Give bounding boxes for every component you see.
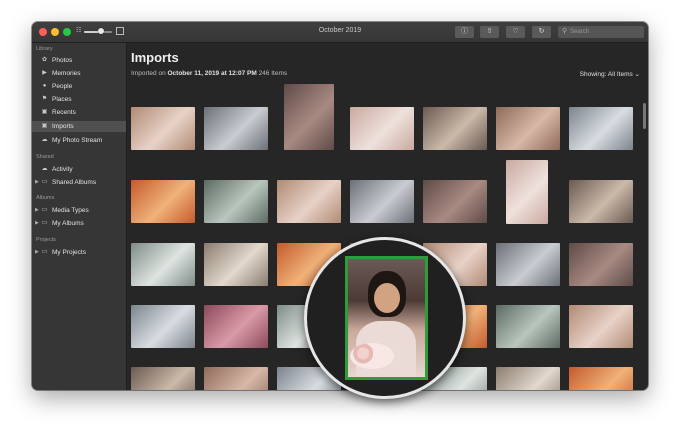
photo-thumbnail[interactable] bbox=[496, 243, 560, 286]
selected-photo[interactable] bbox=[345, 256, 428, 380]
showing-filter-label: Showing: All Items bbox=[579, 71, 633, 78]
sidebar-item-my-albums[interactable]: ▶ ▭ My Albums bbox=[32, 218, 126, 229]
search-icon: ⚲ bbox=[562, 28, 568, 35]
sidebar: Library ✿ Photos ▶ Memories ● People ⚑ Place… bbox=[32, 43, 127, 390]
folder-icon: ▭ bbox=[41, 249, 48, 255]
folder-icon: ▭ bbox=[41, 220, 48, 226]
photo-thumbnail[interactable] bbox=[569, 107, 633, 150]
disclosure-triangle-icon[interactable]: ▶ bbox=[35, 205, 39, 216]
photo-thumbnail[interactable] bbox=[131, 243, 195, 286]
sidebar-item-activity[interactable]: ☁ Activity bbox=[32, 164, 126, 175]
import-info: Imported on October 11, 2019 at 12:07 PM… bbox=[131, 70, 287, 77]
photo-thumbnail[interactable] bbox=[423, 180, 487, 223]
sidebar-item-label: My Projects bbox=[52, 249, 86, 256]
sidebar-item-label: Shared Albums bbox=[52, 179, 97, 186]
photo-thumbnail[interactable] bbox=[204, 305, 268, 348]
imports-icon: ▣ bbox=[41, 123, 48, 129]
sidebar-item-recents[interactable]: ▣ Recents bbox=[32, 107, 126, 118]
photo-thumbnail[interactable] bbox=[204, 180, 268, 223]
sidebar-item-shared-albums[interactable]: ▶ ▭ Shared Albums bbox=[32, 177, 126, 188]
photos-icon: ✿ bbox=[41, 57, 48, 63]
people-icon: ● bbox=[42, 83, 47, 89]
library-header: Library bbox=[36, 46, 53, 52]
photo-thumbnail[interactable] bbox=[350, 107, 414, 150]
page-title: Imports bbox=[131, 50, 179, 65]
disclosure-triangle-icon[interactable]: ▶ bbox=[35, 177, 39, 188]
sidebar-item-label: Media Types bbox=[52, 207, 89, 214]
sidebar-item-media-types[interactable]: ▶ ▭ Media Types bbox=[32, 205, 126, 216]
magnified-preview bbox=[304, 237, 466, 399]
photo-thumbnail[interactable] bbox=[204, 107, 268, 150]
disclosure-triangle-icon[interactable]: ▶ bbox=[35, 218, 39, 229]
rotate-button[interactable]: ↻ bbox=[532, 26, 551, 38]
folder-icon: ▭ bbox=[41, 179, 48, 185]
places-icon: ⚑ bbox=[41, 96, 48, 102]
import-prefix: Imported on bbox=[131, 70, 166, 77]
folder-icon: ▭ bbox=[41, 207, 48, 213]
sidebar-item-my-photo-stream[interactable]: ☁ My Photo Stream bbox=[32, 135, 126, 146]
info-icon: ⓘ bbox=[461, 28, 468, 35]
photo-thumbnail[interactable] bbox=[569, 180, 633, 223]
sidebar-item-label: Activity bbox=[52, 166, 73, 173]
import-date: October 11, 2019 at 12:07 PM bbox=[167, 70, 257, 77]
sidebar-item-label: Recents bbox=[52, 109, 76, 116]
photo-thumbnail[interactable] bbox=[131, 367, 195, 390]
cloud-icon: ☁ bbox=[41, 166, 48, 172]
info-button[interactable]: ⓘ bbox=[455, 26, 474, 38]
photo-thumbnail[interactable] bbox=[277, 180, 341, 223]
photo-thumbnail[interactable] bbox=[204, 243, 268, 286]
share-button[interactable]: ⇧ bbox=[480, 26, 499, 38]
search-placeholder: Search bbox=[570, 29, 590, 35]
sidebar-item-label: Places bbox=[52, 96, 72, 103]
photo-thumbnail[interactable] bbox=[350, 180, 414, 223]
photo-thumbnail[interactable] bbox=[131, 305, 195, 348]
share-icon: ⇧ bbox=[486, 28, 493, 35]
sidebar-item-photos[interactable]: ✿ Photos bbox=[32, 55, 126, 66]
sidebar-item-label: Memories bbox=[52, 70, 81, 77]
photo-thumbnail[interactable] bbox=[569, 243, 633, 286]
chevron-down-icon: ⌄ bbox=[634, 71, 640, 78]
item-count: 246 Items bbox=[258, 70, 288, 77]
photo-thumbnail[interactable] bbox=[423, 107, 487, 150]
sidebar-item-memories[interactable]: ▶ Memories bbox=[32, 68, 126, 79]
photo-thumbnail[interactable] bbox=[506, 160, 548, 224]
disclosure-triangle-icon[interactable]: ▶ bbox=[35, 247, 39, 258]
photo-subject-face bbox=[374, 283, 400, 313]
photo-thumbnail[interactable] bbox=[284, 84, 334, 150]
photo-thumbnail[interactable] bbox=[204, 367, 268, 390]
photo-thumbnail[interactable] bbox=[131, 107, 195, 150]
projects-header: Projects bbox=[36, 237, 56, 243]
sidebar-item-label: People bbox=[52, 83, 73, 90]
photo-thumbnail[interactable] bbox=[569, 305, 633, 348]
photo-thumbnail[interactable] bbox=[569, 367, 633, 390]
cloud-icon: ☁ bbox=[41, 137, 48, 143]
memories-icon: ▶ bbox=[42, 70, 47, 76]
photo-thumbnail[interactable] bbox=[496, 107, 560, 150]
rotate-icon: ↻ bbox=[538, 28, 545, 35]
recents-icon: ▣ bbox=[41, 109, 48, 115]
window-title: October 2019 bbox=[318, 27, 362, 34]
sidebar-item-imports[interactable]: ▣ Imports bbox=[32, 121, 126, 132]
photo-thumbnail[interactable] bbox=[131, 180, 195, 223]
shared-header: Shared bbox=[36, 154, 54, 160]
sidebar-item-my-projects[interactable]: ▶ ▭ My Projects bbox=[32, 247, 126, 258]
photo-thumbnail[interactable] bbox=[496, 367, 560, 390]
sidebar-item-people[interactable]: ● People bbox=[32, 81, 126, 92]
photo-subject-bouquet bbox=[350, 343, 394, 369]
titlebar: ☷ October 2019 ⓘ ⇧ ♡ ↻ ⚲ Search bbox=[32, 22, 648, 43]
albums-header: Albums bbox=[36, 195, 55, 201]
heart-icon: ♡ bbox=[512, 28, 519, 35]
sidebar-item-label: Imports bbox=[52, 123, 74, 130]
sidebar-item-label: Photos bbox=[52, 57, 73, 64]
sidebar-item-label: My Photo Stream bbox=[52, 137, 103, 144]
search-input[interactable]: ⚲ Search bbox=[558, 26, 644, 38]
photo-thumbnail[interactable] bbox=[496, 305, 560, 348]
favorite-button[interactable]: ♡ bbox=[506, 26, 525, 38]
scrollbar[interactable] bbox=[643, 103, 646, 129]
showing-filter-dropdown[interactable]: Showing: All Items ⌄ bbox=[580, 70, 640, 78]
sidebar-item-label: My Albums bbox=[52, 220, 84, 227]
sidebar-item-places[interactable]: ⚑ Places bbox=[32, 94, 126, 105]
